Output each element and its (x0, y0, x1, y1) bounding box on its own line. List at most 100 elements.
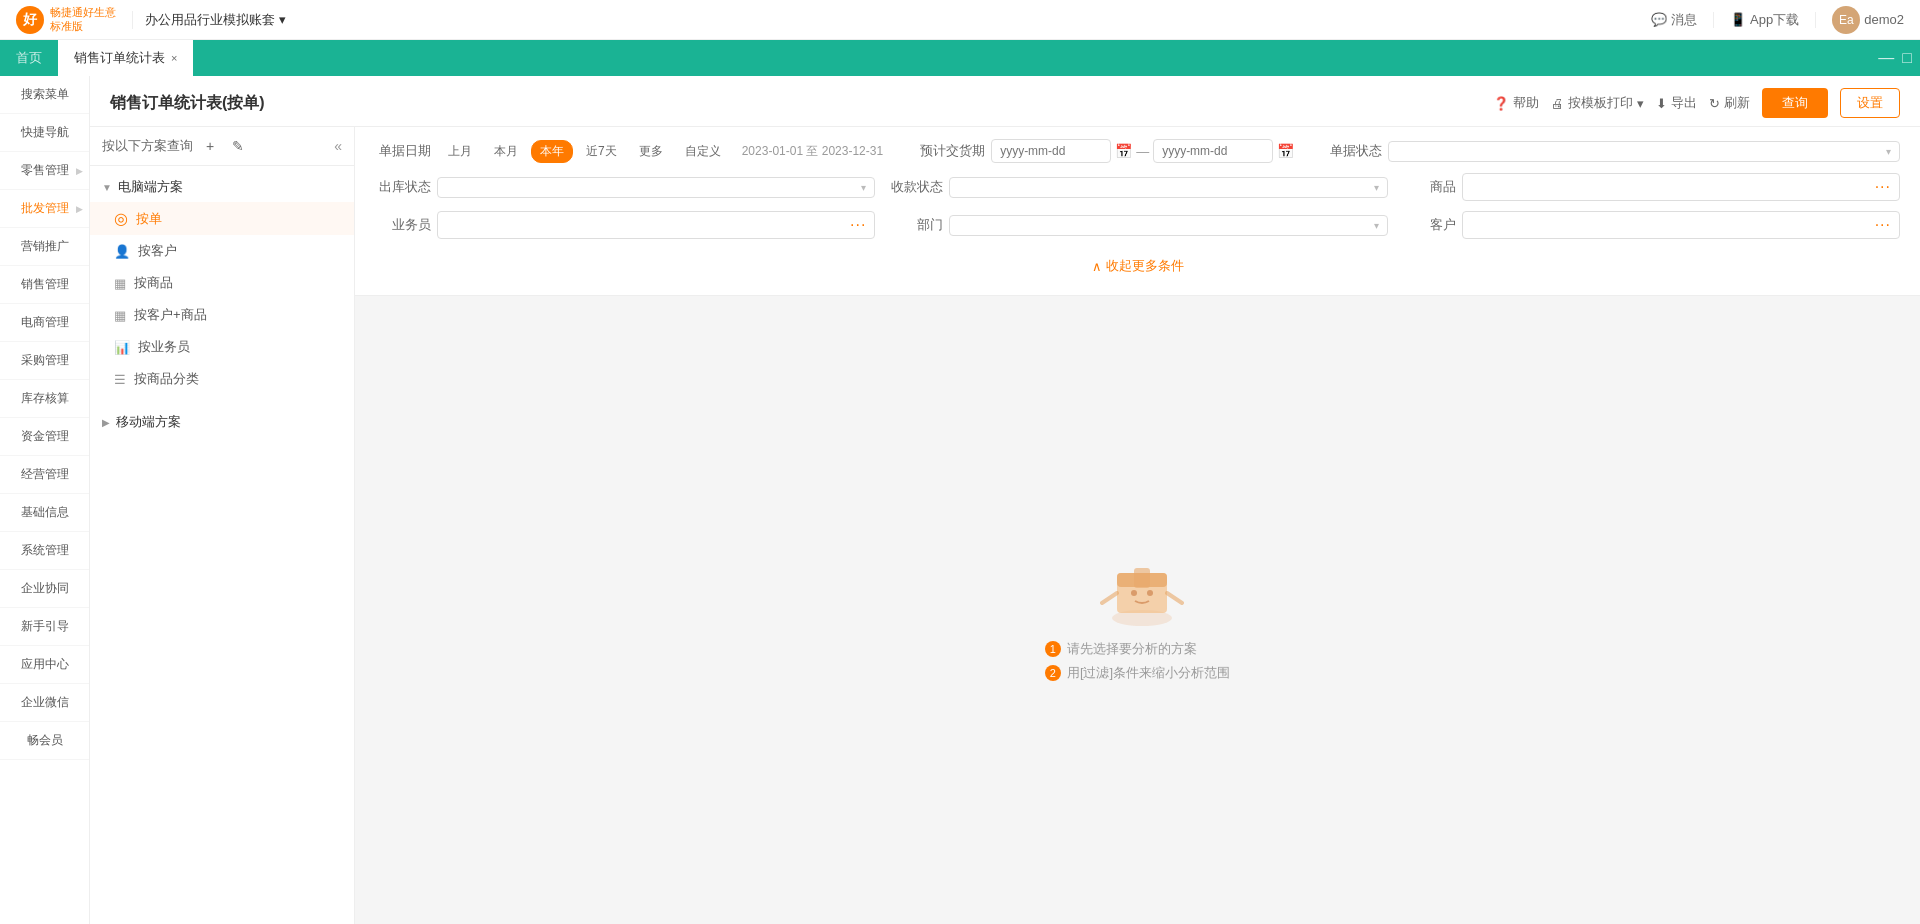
sidebar-item-ecommerce[interactable]: 电商管理 (0, 304, 89, 342)
date-quick-buttons: 上月 本月 本年 近7天 更多 自定义 (439, 140, 730, 163)
scheme-toolbar: 按以下方案查询 + ✎ « (90, 127, 354, 166)
sidebar-item-finance[interactable]: 资金管理 (0, 418, 89, 456)
scheme-panel-title: 按以下方案查询 (102, 137, 193, 155)
tip-num-1: 1 (1045, 641, 1061, 657)
goods-filter: 商品 ··· (1400, 173, 1900, 201)
salesman-more-icon[interactable]: ··· (850, 216, 866, 234)
pc-section-header[interactable]: ▼ 电脑端方案 (90, 172, 354, 202)
sidebar-item-basic[interactable]: 基础信息 (0, 494, 89, 532)
expected-date-label: 预计交货期 (915, 142, 985, 160)
right-content: 单据日期 上月 本月 本年 近7天 更多 自定义 2023-01-0 (355, 127, 1920, 924)
receipt-status-label: 收款状态 (887, 178, 943, 196)
message-button[interactable]: 💬 消息 (1651, 11, 1697, 29)
goods-select[interactable]: ··· (1462, 173, 1900, 201)
by-customer-goods-icon: ▦ (114, 308, 126, 323)
sidebar-item-sales[interactable]: 销售管理 (0, 266, 89, 304)
by-goods-icon: ▦ (114, 276, 126, 291)
sidebar: 搜索菜单 快捷导航 零售管理 批发管理 营销推广 销售管理 电商管理 采购管理 … (0, 76, 90, 924)
app-selector[interactable]: 办公用品行业模拟账套 ▾ (132, 11, 286, 29)
refresh-icon: ↻ (1709, 96, 1720, 111)
content-area: 销售订单统计表(按单) ❓ 帮助 🖨 按模板打印 ▾ ⬇ 导出 ↻ 刷新 (90, 76, 1920, 924)
mobile-scheme-section: ▶ 移动端方案 (90, 401, 354, 443)
receipt-status-chevron-icon: ▾ (1374, 182, 1379, 193)
bill-status-chevron-icon: ▾ (1886, 146, 1891, 157)
scheme-item-by-goods[interactable]: ▦ 按商品 (90, 267, 354, 299)
date-last-month-button[interactable]: 上月 (439, 140, 481, 163)
goods-label: 商品 (1400, 178, 1456, 196)
tab-close-icon[interactable]: × (171, 52, 177, 64)
refresh-button[interactable]: ↻ 刷新 (1709, 94, 1750, 112)
bill-status-label: 单据状态 (1326, 142, 1382, 160)
scheme-item-by-customer[interactable]: 👤 按客户 (90, 235, 354, 267)
mobile-section-arrow: ▶ (102, 417, 110, 428)
download-icon: 📱 (1730, 12, 1746, 27)
svg-point-4 (1131, 590, 1137, 596)
sidebar-item-quick-nav[interactable]: 快捷导航 (0, 114, 89, 152)
date-custom-button[interactable]: 自定义 (676, 140, 730, 163)
sidebar-item-system[interactable]: 系统管理 (0, 532, 89, 570)
sidebar-item-marketing[interactable]: 营销推广 (0, 228, 89, 266)
ship-status-select[interactable]: ▾ (437, 177, 875, 198)
receipt-status-select[interactable]: ▾ (949, 177, 1387, 198)
app-download-button[interactable]: 📱 App下载 (1730, 11, 1799, 29)
scheme-item-by-category[interactable]: ☰ 按商品分类 (90, 363, 354, 395)
logo-text: 畅捷通好生意 标准版 (50, 6, 116, 32)
user-menu-button[interactable]: Ea demo2 (1832, 6, 1904, 34)
sidebar-item-purchase[interactable]: 采购管理 (0, 342, 89, 380)
goods-more-icon[interactable]: ··· (1875, 178, 1891, 196)
print-button[interactable]: 🖨 按模板打印 ▾ (1551, 94, 1644, 112)
dept-select[interactable]: ▾ (949, 215, 1387, 236)
sidebar-item-enterprise[interactable]: 企业协同 (0, 570, 89, 608)
calendar-end-icon[interactable]: 📅 (1277, 143, 1294, 159)
scheme-item-by-salesman[interactable]: 📊 按业务员 (90, 331, 354, 363)
collapse-conditions-button[interactable]: ∧ 收起更多条件 (375, 249, 1900, 283)
page-actions: ❓ 帮助 🖨 按模板打印 ▾ ⬇ 导出 ↻ 刷新 查询 设置 (1493, 88, 1900, 118)
salesman-label: 业务员 (375, 216, 431, 234)
top-bar-right: 💬 消息 📱 App下载 Ea demo2 (1651, 6, 1904, 34)
date-this-month-button[interactable]: 本月 (485, 140, 527, 163)
collapse-scheme-button[interactable]: « (334, 138, 342, 154)
scheme-item-by-customer-goods[interactable]: ▦ 按客户+商品 (90, 299, 354, 331)
expected-date-start-input[interactable] (991, 139, 1111, 163)
logo-area: 好 畅捷通好生意 标准版 (16, 6, 116, 34)
expected-date-end-input[interactable] (1153, 139, 1273, 163)
empty-state: 1 请先选择要分析的方案 2 用[过滤]条件来缩小分析范围 (1045, 538, 1230, 682)
tab-home[interactable]: 首页 (0, 40, 58, 76)
settings-button[interactable]: 设置 (1840, 88, 1900, 118)
date-range-display: 2023-01-01 至 2023-12-31 (742, 143, 883, 160)
svg-line-6 (1102, 593, 1117, 603)
sidebar-item-member[interactable]: 畅会员 (0, 722, 89, 760)
help-button[interactable]: ❓ 帮助 (1493, 94, 1539, 112)
sidebar-item-wechat[interactable]: 企业微信 (0, 684, 89, 722)
scheme-item-by-order[interactable]: ◎ 按单 (90, 202, 354, 235)
date-more-button[interactable]: 更多 (630, 140, 672, 163)
sidebar-item-search[interactable]: 搜索菜单 (0, 76, 89, 114)
sidebar-item-retail[interactable]: 零售管理 (0, 152, 89, 190)
message-icon: 💬 (1651, 12, 1667, 27)
query-button[interactable]: 查询 (1762, 88, 1828, 118)
sidebar-item-wholesale[interactable]: 批发管理 (0, 190, 89, 228)
export-button[interactable]: ⬇ 导出 (1656, 94, 1697, 112)
date-last7-button[interactable]: 近7天 (577, 140, 626, 163)
salesman-select[interactable]: ··· (437, 211, 875, 239)
page-header: 销售订单统计表(按单) ❓ 帮助 🖨 按模板打印 ▾ ⬇ 导出 ↻ 刷新 (90, 76, 1920, 127)
sidebar-item-operations[interactable]: 经营管理 (0, 456, 89, 494)
mobile-section-header[interactable]: ▶ 移动端方案 (90, 407, 354, 437)
pc-scheme-section: ▼ 电脑端方案 ◎ 按单 👤 按客户 ▦ 按商品 (90, 166, 354, 401)
edit-scheme-button[interactable]: ✎ (227, 135, 249, 157)
calendar-start-icon[interactable]: 📅 (1115, 143, 1132, 159)
filter-row-3: 业务员 ··· 部门 ▾ (375, 211, 1900, 239)
bill-status-select[interactable]: ▾ (1388, 141, 1900, 162)
sidebar-item-inventory[interactable]: 库存核算 (0, 380, 89, 418)
maximize-icon[interactable]: □ (1902, 49, 1912, 67)
dept-filter: 部门 ▾ (887, 215, 1387, 236)
tab-sales-order-stats[interactable]: 销售订单统计表 × (58, 40, 193, 76)
sidebar-item-appcenter[interactable]: 应用中心 (0, 646, 89, 684)
customer-more-icon[interactable]: ··· (1875, 216, 1891, 234)
date-this-year-button[interactable]: 本年 (531, 140, 573, 163)
sidebar-item-newguide[interactable]: 新手引导 (0, 608, 89, 646)
dept-label: 部门 (887, 216, 943, 234)
minimize-icon[interactable]: — (1878, 49, 1894, 67)
add-scheme-button[interactable]: + (199, 135, 221, 157)
customer-select[interactable]: ··· (1462, 211, 1900, 239)
